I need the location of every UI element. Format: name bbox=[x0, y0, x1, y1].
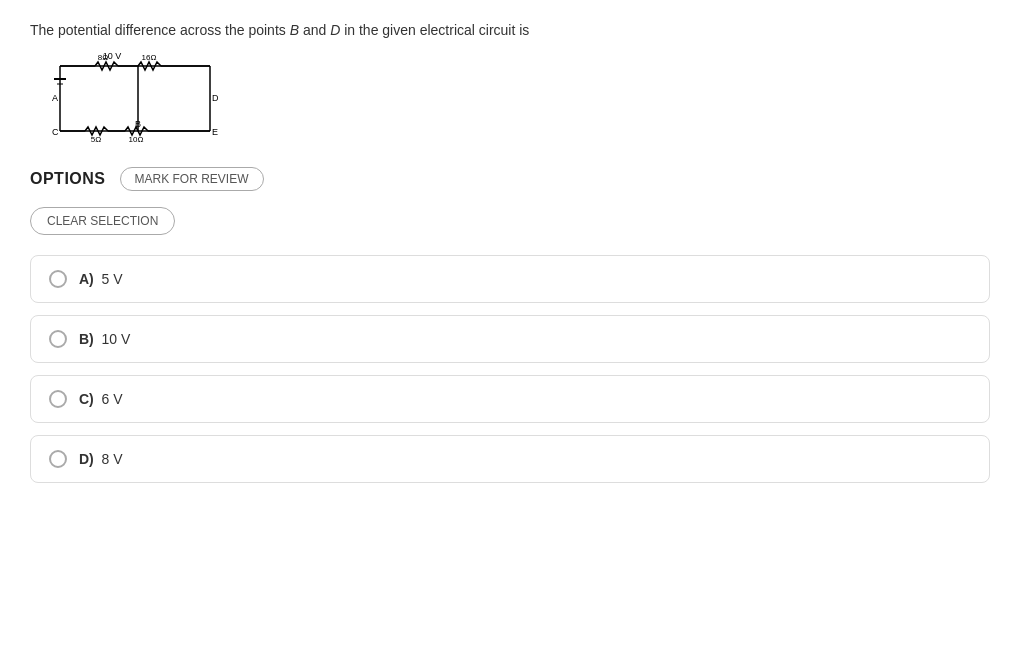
radio-d[interactable] bbox=[49, 450, 67, 468]
option-d[interactable]: D) 8 V bbox=[30, 435, 990, 483]
option-d-text: D) 8 V bbox=[79, 451, 123, 467]
option-a-text: A) 5 V bbox=[79, 271, 123, 287]
option-a[interactable]: A) 5 V bbox=[30, 255, 990, 303]
clear-selection-button[interactable]: CLEAR SELECTION bbox=[30, 207, 175, 235]
mark-for-review-button[interactable]: MARK FOR REVIEW bbox=[120, 167, 264, 191]
question-text: The potential difference across the poin… bbox=[30, 20, 994, 41]
svg-text:5Ω: 5Ω bbox=[91, 135, 101, 144]
option-c[interactable]: C) 6 V bbox=[30, 375, 990, 423]
svg-text:C: C bbox=[52, 127, 59, 137]
options-label: OPTIONS bbox=[30, 170, 106, 188]
svg-text:B: B bbox=[135, 119, 141, 129]
option-c-text: C) 6 V bbox=[79, 391, 123, 407]
circuit-diagram: 10 V 8Ω 16Ω 5Ω 10Ω bbox=[30, 51, 250, 151]
options-header: OPTIONS MARK FOR REVIEW bbox=[30, 167, 994, 191]
svg-text:10Ω: 10Ω bbox=[129, 135, 144, 144]
svg-text:E: E bbox=[212, 127, 218, 137]
radio-c[interactable] bbox=[49, 390, 67, 408]
radio-a[interactable] bbox=[49, 270, 67, 288]
option-b[interactable]: B) 10 V bbox=[30, 315, 990, 363]
options-list: A) 5 V B) 10 V C) 6 V D) 8 V bbox=[30, 255, 994, 483]
radio-b[interactable] bbox=[49, 330, 67, 348]
option-b-text: B) 10 V bbox=[79, 331, 130, 347]
svg-text:16Ω: 16Ω bbox=[142, 53, 157, 62]
svg-text:8Ω: 8Ω bbox=[98, 53, 108, 62]
svg-text:D: D bbox=[212, 93, 219, 103]
svg-text:A: A bbox=[52, 93, 58, 103]
